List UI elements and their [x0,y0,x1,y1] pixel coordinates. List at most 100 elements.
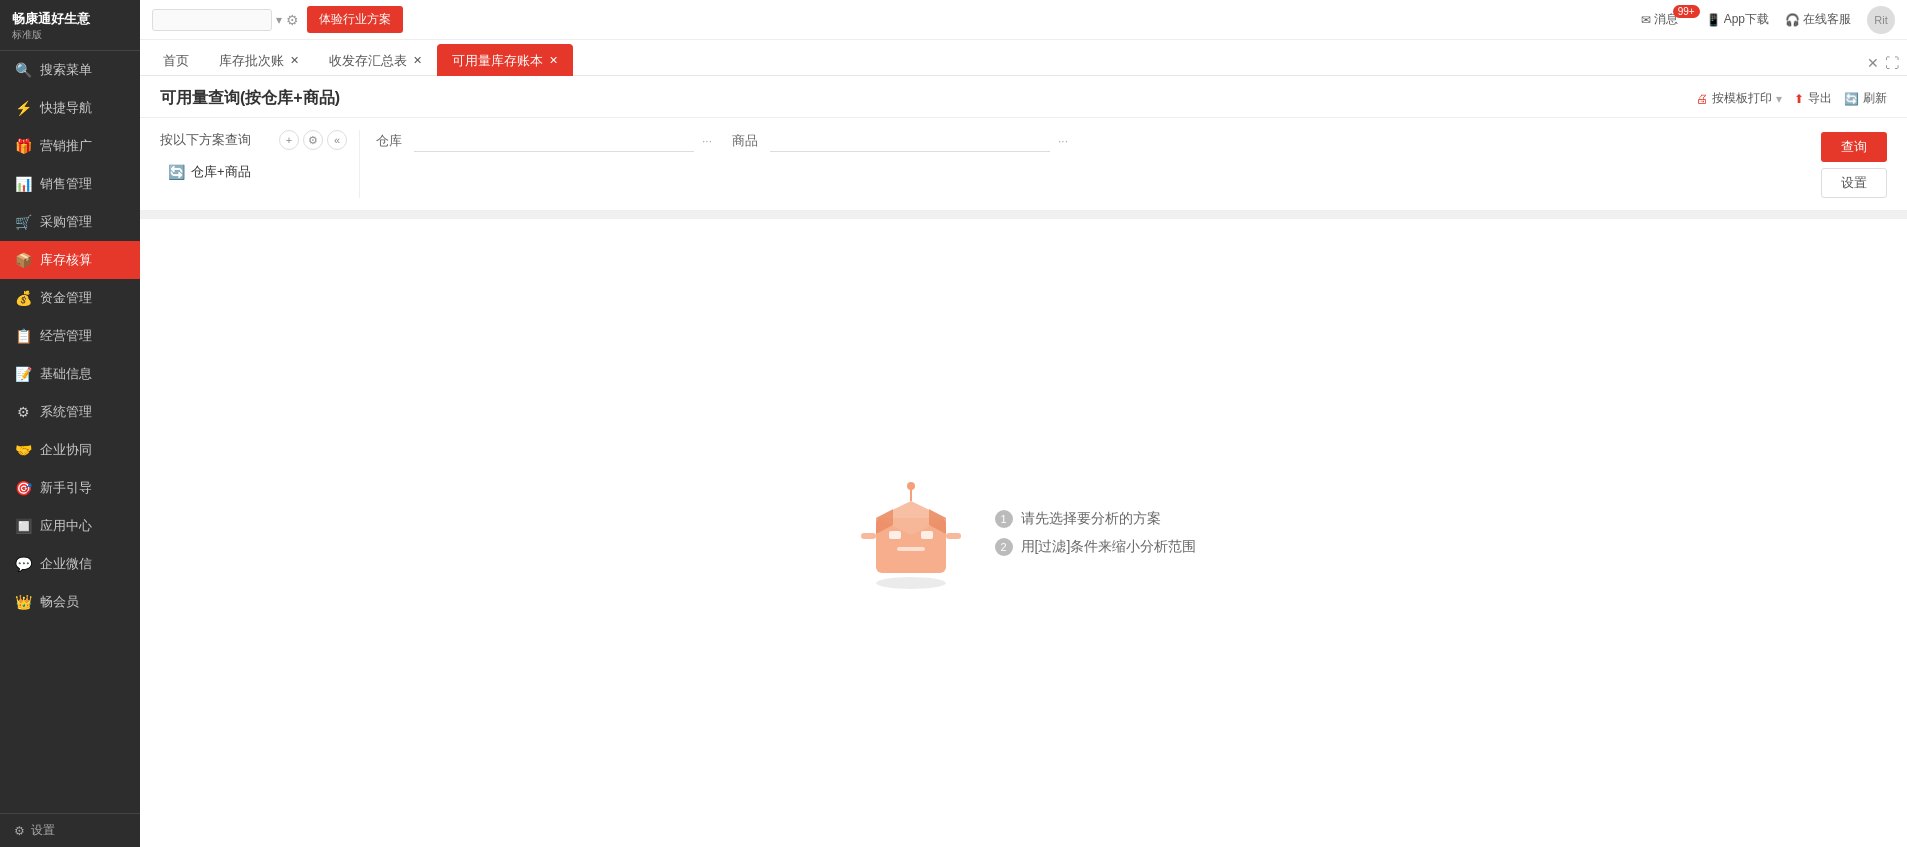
app-download-area[interactable]: 📱 App下载 [1706,11,1769,28]
topbar-search-input[interactable] [152,9,272,31]
product-more-icon[interactable]: ··· [1058,134,1068,148]
svg-point-0 [876,577,946,589]
product-field-row: 商品 ··· [732,130,1068,152]
tabs-right: ✕ ⛶ [1867,55,1907,75]
topbar-right: ✉ 消息 99+ 📱 App下载 🎧 在线客服 Rit [1641,6,1895,34]
sidebar-label-enterprise: 企业协同 [40,441,92,459]
tab-label-batch-account: 库存批次账 [219,52,284,70]
guide-icon: 🎯 [14,480,32,496]
sidebar-label-marketing: 营销推广 [40,137,92,155]
settings-icon: ⚙ [14,824,25,838]
svg-rect-5 [889,531,901,539]
export-icon: ⬆ [1794,92,1804,106]
settings-button[interactable]: 设置 [1821,168,1887,198]
app-center-icon: 🔲 [14,518,32,534]
sidebar-label-sales: 销售管理 [40,175,92,193]
sidebar-item-sales[interactable]: 📊 销售管理 [0,165,140,203]
tab-receipt-summary[interactable]: 收发存汇总表✕ [314,44,437,76]
tab-home[interactable]: 首页 [148,44,204,76]
sidebar-item-basic-info[interactable]: 📝 基础信息 [0,355,140,393]
sidebar-item-system[interactable]: ⚙ 系统管理 [0,393,140,431]
sidebar-item-member[interactable]: 👑 畅会员 [0,583,140,621]
purchase-icon: 🛒 [14,214,32,230]
page-content: 可用量查询(按仓库+商品) 🖨 按模板打印 ▾ ⬆ 导出 🔄 刷新 [140,76,1907,847]
product-field: 商品 ··· [732,130,1068,152]
user-avatar[interactable]: Rit [1867,6,1895,34]
main-area: ▾ ⚙ 体验行业方案 ✉ 消息 99+ 📱 App下载 🎧 在线客服 Rit [140,0,1907,847]
print-icon: 🖨 [1696,92,1708,106]
tab-available-inventory[interactable]: 可用量库存账本✕ [437,44,573,76]
tip-text-2: 用[过滤]条件来缩小分析范围 [1021,538,1197,556]
sidebar-item-finance[interactable]: 💰 资金管理 [0,279,140,317]
print-label: 按模板打印 [1712,90,1772,107]
sidebar-label-finance: 资金管理 [40,289,92,307]
query-left-panel: 按以下方案查询 + ⚙ « 🔄 仓库+商品 [160,130,360,198]
gear-icon[interactable]: ⚙ [286,12,299,28]
tab-batch-account[interactable]: 库存批次账 ✕ [204,44,314,76]
empty-text: 1 请先选择要分析的方案 2 用[过滤]条件来缩小分析范围 [995,510,1197,556]
logo-title: 畅康通好生意 [12,10,128,28]
sidebar-label-purchase: 采购管理 [40,213,92,231]
sidebar-label-operations: 经营管理 [40,327,92,345]
warehouse-label: 仓库 [376,132,406,150]
sidebar-item-inventory[interactable]: 📦 库存核算 [0,241,140,279]
tip-text-1: 请先选择要分析的方案 [1021,510,1161,528]
sidebar-item-search[interactable]: 🔍 搜索菜单 [0,51,140,89]
svg-rect-10 [861,533,876,539]
add-scheme-icon[interactable]: + [279,130,299,150]
print-chevron[interactable]: ▾ [1776,92,1782,106]
sidebar-item-operations[interactable]: 📋 经营管理 [0,317,140,355]
settings-scheme-icon[interactable]: ⚙ [303,130,323,150]
search-icon: 🔍 [14,62,32,78]
sidebar-label-guide: 新手引导 [40,479,92,497]
query-button[interactable]: 查询 [1821,132,1887,162]
svg-rect-7 [897,547,925,551]
sidebar-item-quick-nav[interactable]: ⚡ 快捷导航 [0,89,140,127]
svg-rect-11 [946,533,961,539]
sidebar-item-wechat[interactable]: 💬 企业微信 [0,545,140,583]
sidebar-item-guide[interactable]: 🎯 新手引导 [0,469,140,507]
industry-btn[interactable]: 体验行业方案 [307,6,403,33]
sidebar-item-app-center[interactable]: 🔲 应用中心 [0,507,140,545]
scheme-item-warehouse-product[interactable]: 🔄 仓库+商品 [160,158,347,186]
empty-svg [851,473,971,593]
chevron-down-icon[interactable]: ▾ [276,13,282,27]
wechat-icon: 💬 [14,556,32,572]
tab-close-batch-account[interactable]: ✕ [290,54,299,67]
sidebar-label-search: 搜索菜单 [40,61,92,79]
export-action[interactable]: ⬆ 导出 [1794,90,1832,107]
sidebar-settings-label: 设置 [31,822,55,839]
warehouse-input[interactable] [414,130,694,152]
sidebar-bottom[interactable]: ⚙ 设置 [0,813,140,847]
expand-icon[interactable]: ⛶ [1885,55,1899,71]
sidebar-label-wechat: 企业微信 [40,555,92,573]
tab-close-available-inventory[interactable]: ✕ [549,54,558,67]
warehouse-more-icon[interactable]: ··· [702,134,712,148]
operations-icon: 📋 [14,328,32,344]
inventory-icon: 📦 [14,252,32,268]
query-left-header: 按以下方案查询 + ⚙ « [160,130,347,150]
product-input[interactable] [770,130,1050,152]
message-badge: 99+ [1673,5,1700,18]
sidebar-item-purchase[interactable]: 🛒 采购管理 [0,203,140,241]
sidebar-item-enterprise[interactable]: 🤝 企业协同 [0,431,140,469]
query-section: 按以下方案查询 + ⚙ « 🔄 仓库+商品 仓库 [140,118,1907,211]
quick-nav-icon: ⚡ [14,100,32,116]
sidebar-item-marketing[interactable]: 🎁 营销推广 [0,127,140,165]
print-action[interactable]: 🖨 按模板打印 ▾ [1696,90,1782,107]
svg-rect-6 [921,531,933,539]
refresh-action[interactable]: 🔄 刷新 [1844,90,1887,107]
basic-info-icon: 📝 [14,366,32,382]
tab-close-receipt-summary[interactable]: ✕ [413,54,422,67]
close-tab-icon[interactable]: ✕ [1867,55,1879,71]
sidebar-label-system: 系统管理 [40,403,92,421]
message-area[interactable]: ✉ 消息 99+ [1641,11,1690,28]
app-download-label: App下载 [1724,11,1769,28]
collapse-scheme-icon[interactable]: « [327,130,347,150]
page-title: 可用量查询(按仓库+商品) [160,88,340,109]
finance-icon: 💰 [14,290,32,306]
online-service-area[interactable]: 🎧 在线客服 [1785,11,1851,28]
svg-point-9 [907,482,915,490]
sidebar-label-basic-info: 基础信息 [40,365,92,383]
warehouse-field-row: 仓库 ··· [376,130,712,152]
